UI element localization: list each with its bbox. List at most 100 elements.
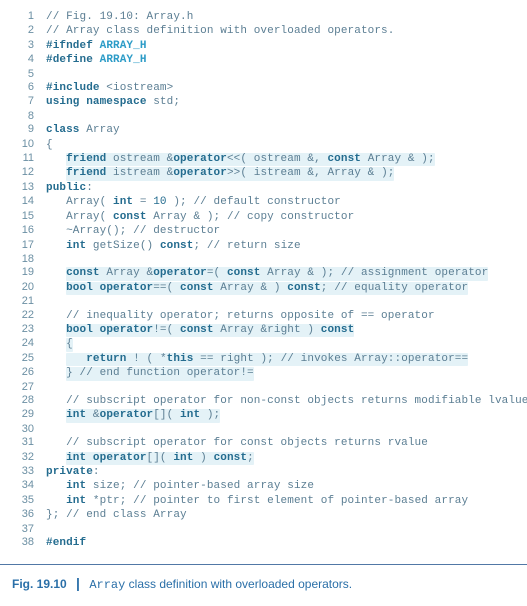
line-number: 37 [0,523,46,536]
line-number: 36 [0,508,46,521]
line-code: int operator[]( int ) const; [46,451,254,465]
line-code: int size; // pointer-based array size [46,479,314,493]
line-code: #include <iostream> [46,81,173,95]
line-code: private: [46,465,100,479]
code-line: 22 // inequality operator; returns oppos… [0,309,523,323]
code-line: 34 int size; // pointer-based array size [0,479,523,493]
line-number: 14 [0,195,46,208]
line-code: return ! ( *this == right ); // invokes … [46,352,468,366]
line-number: 1 [0,10,46,23]
code-line: 8 [0,110,523,123]
line-code: #define ARRAY_H [46,53,147,67]
line-code: const Array &operator=( const Array & );… [46,266,488,280]
line-code: Array( int = 10 ); // default constructo… [46,195,341,209]
code-line: 1// Fig. 19.10: Array.h [0,10,523,24]
code-listing: 1// Fig. 19.10: Array.h2// Array class d… [0,0,527,556]
line-number: 28 [0,394,46,407]
line-code: bool operator!=( const Array &right ) co… [46,323,354,337]
code-line: 31 // subscript operator for const objec… [0,436,523,450]
code-line: 10{ [0,138,523,152]
figure-caption: Fig. 19.10 | Array class definition with… [0,564,527,606]
line-number: 13 [0,181,46,194]
code-line: 29 int &operator[]( int ); [0,408,523,422]
code-line: 24 { [0,337,523,351]
line-code: friend istream &operator>>( istream &, A… [46,166,394,180]
line-code: ~Array(); // destructor [46,224,220,238]
code-line: 11 friend ostream &operator<<( ostream &… [0,152,523,166]
line-number: 29 [0,408,46,421]
code-line: 32 int operator[]( int ) const; [0,451,523,465]
line-number: 9 [0,123,46,136]
code-line: 25 return ! ( *this == right ); // invok… [0,352,523,366]
line-code: // Fig. 19.10: Array.h [46,10,193,24]
code-line: 9class Array [0,123,523,137]
code-line: 35 int *ptr; // pointer to first element… [0,494,523,508]
line-number: 25 [0,352,46,365]
caption-fig-number: Fig. 19.10 [12,577,67,591]
code-line: 36}; // end class Array [0,508,523,522]
line-number: 38 [0,536,46,549]
line-number: 17 [0,239,46,252]
line-number: 26 [0,366,46,379]
line-code: { [46,138,53,152]
line-code: public: [46,181,93,195]
line-code: Array( const Array & ); // copy construc… [46,210,354,224]
line-code: // Array class definition with overloade… [46,24,394,38]
code-line: 15 Array( const Array & ); // copy const… [0,210,523,224]
line-number: 31 [0,436,46,449]
line-number: 35 [0,494,46,507]
code-line: 26 } // end function operator!= [0,366,523,380]
code-line: 13public: [0,181,523,195]
code-line: 30 [0,423,523,436]
line-number: 18 [0,253,46,266]
code-line: 23 bool operator!=( const Array &right )… [0,323,523,337]
line-number: 22 [0,309,46,322]
line-code: // subscript operator for non-const obje… [46,394,527,408]
code-line: 14 Array( int = 10 ); // default constru… [0,195,523,209]
code-line: 16 ~Array(); // destructor [0,224,523,238]
caption-code-term: Array [89,578,125,592]
line-number: 11 [0,152,46,165]
caption-separator: | [70,575,86,591]
line-number: 23 [0,323,46,336]
code-line: 3#ifndef ARRAY_H [0,39,523,53]
line-number: 33 [0,465,46,478]
code-line: 7using namespace std; [0,95,523,109]
code-line: 5 [0,68,523,81]
line-number: 16 [0,224,46,237]
line-number: 3 [0,39,46,52]
line-number: 6 [0,81,46,94]
line-code: // inequality operator; returns opposite… [46,309,435,323]
caption-text: class definition with overloaded operato… [125,577,352,591]
line-code: int getSize() const; // return size [46,239,301,253]
line-number: 8 [0,110,46,123]
line-number: 21 [0,295,46,308]
code-line: 27 [0,381,523,394]
line-code: int *ptr; // pointer to first element of… [46,494,468,508]
code-line: 2// Array class definition with overload… [0,24,523,38]
code-line: 21 [0,295,523,308]
line-number: 19 [0,266,46,279]
code-line: 33private: [0,465,523,479]
line-number: 20 [0,281,46,294]
line-code: int &operator[]( int ); [46,408,220,422]
line-number: 32 [0,451,46,464]
line-code: } // end function operator!= [46,366,254,380]
code-line: 19 const Array &operator=( const Array &… [0,266,523,280]
code-line: 12 friend istream &operator>>( istream &… [0,166,523,180]
line-number: 4 [0,53,46,66]
line-number: 24 [0,337,46,350]
line-number: 30 [0,423,46,436]
code-line: 38#endif [0,536,523,550]
code-line: 28 // subscript operator for non-const o… [0,394,523,408]
line-code: using namespace std; [46,95,180,109]
line-code: #ifndef ARRAY_H [46,39,147,53]
code-line: 17 int getSize() const; // return size [0,239,523,253]
line-code: bool operator==( const Array & ) const; … [46,281,468,295]
line-code: }; // end class Array [46,508,187,522]
line-number: 7 [0,95,46,108]
line-code: class Array [46,123,120,137]
code-line: 37 [0,523,523,536]
line-number: 27 [0,381,46,394]
line-number: 2 [0,24,46,37]
